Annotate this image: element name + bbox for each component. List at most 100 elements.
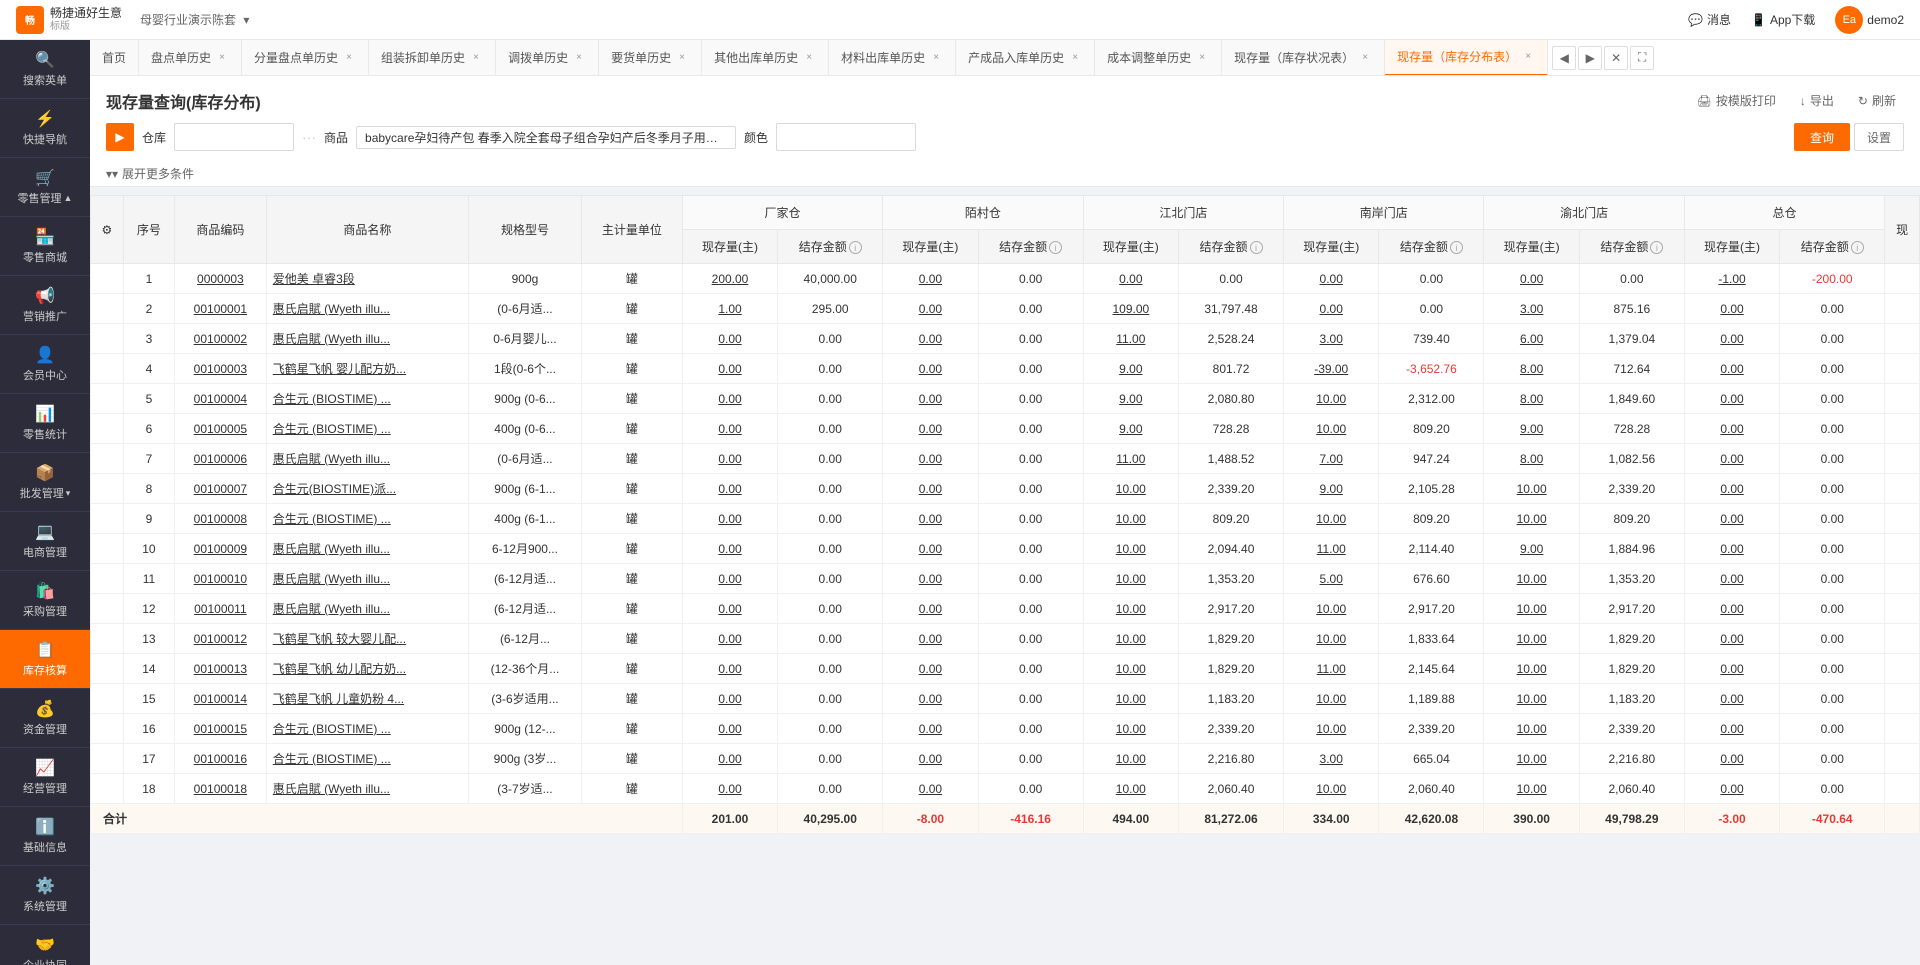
row-nanan-qty[interactable]: 11.00 [1284,654,1379,684]
row-name[interactable]: 飞鹤星飞帆 幼儿配方奶... [266,654,468,684]
row-factory-qty[interactable]: 0.00 [682,324,777,354]
row-factory-qty[interactable]: 0.00 [682,354,777,384]
row-yubei-qty[interactable]: 10.00 [1484,774,1579,804]
row-mucun-qty[interactable]: 0.00 [883,324,978,354]
industry-selector[interactable]: 母婴行业演示陈套 ▾ [140,11,249,28]
sidebar-item-quicknav[interactable]: ⚡ 快捷导航 [0,99,90,158]
row-total-qty[interactable]: 0.00 [1684,384,1779,414]
sidebar-item-basic[interactable]: ℹ️ 基础信息 [0,807,90,866]
tab-cost-adjust-hist[interactable]: 成本调整单历史 × [1095,40,1222,76]
tab-sub-inventory-hist[interactable]: 分量盘点单历史 × [242,40,369,76]
row-yubei-qty[interactable]: 3.00 [1484,294,1579,324]
row-factory-qty[interactable]: 0.00 [682,474,777,504]
row-mucun-qty[interactable]: 0.00 [883,594,978,624]
tab-product-inbound-hist[interactable]: 产成品入库单历史 × [956,40,1095,76]
row-yubei-qty[interactable]: 10.00 [1484,624,1579,654]
print-btn[interactable]: 🖨 按模版打印 [1689,88,1784,113]
row-factory-qty[interactable]: 0.00 [682,624,777,654]
row-yubei-qty[interactable]: 9.00 [1484,534,1579,564]
tab-close-icon[interactable]: × [215,51,229,65]
sidebar-item-retail-mgmt[interactable]: 🛒 零售管理▲ [0,158,90,217]
row-name[interactable]: 惠氏启賦 (Wyeth illu... [266,324,468,354]
row-factory-qty[interactable]: 0.00 [682,714,777,744]
tab-close-icon[interactable]: × [1521,50,1535,64]
row-mucun-qty[interactable]: 0.00 [883,474,978,504]
row-name[interactable]: 合生元 (BIOSTIME) ... [266,414,468,444]
row-yubei-qty[interactable]: 6.00 [1484,324,1579,354]
row-mucun-qty[interactable]: 0.00 [883,624,978,654]
row-jiangbei-qty[interactable]: 10.00 [1083,714,1178,744]
row-total-qty[interactable]: 0.00 [1684,414,1779,444]
row-jiangbei-qty[interactable]: 10.00 [1083,564,1178,594]
sidebar-item-inventory[interactable]: 📋 库存核算 [0,630,90,689]
row-factory-qty[interactable]: 0.00 [682,594,777,624]
row-total-qty[interactable]: 0.00 [1684,534,1779,564]
row-factory-qty[interactable]: 0.00 [682,564,777,594]
row-total-qty[interactable]: 0.00 [1684,444,1779,474]
row-jiangbei-qty[interactable]: 10.00 [1083,504,1178,534]
tab-material-outbound-hist[interactable]: 材料出库单历史 × [829,40,956,76]
row-name[interactable]: 飞鹤星飞帆 较大婴儿配... [266,624,468,654]
user-area[interactable]: Ea demo2 [1835,6,1904,34]
row-yubei-qty[interactable]: 10.00 [1484,744,1579,774]
row-factory-qty[interactable]: 0.00 [682,684,777,714]
row-factory-qty[interactable]: 0.00 [682,774,777,804]
row-yubei-qty[interactable]: 10.00 [1484,594,1579,624]
row-code[interactable]: 00100003 [175,354,267,384]
row-code[interactable]: 00100018 [175,774,267,804]
row-nanan-qty[interactable]: 3.00 [1284,324,1379,354]
row-name[interactable]: 合生元 (BIOSTIME) ... [266,714,468,744]
row-total-qty[interactable]: 0.00 [1684,504,1779,534]
tab-close-icon[interactable]: × [675,51,689,65]
row-yubei-qty[interactable]: 8.00 [1484,354,1579,384]
row-jiangbei-qty[interactable]: 10.00 [1083,744,1178,774]
row-factory-qty[interactable]: 0.00 [682,534,777,564]
row-nanan-qty[interactable]: 10.00 [1284,774,1379,804]
row-total-qty[interactable]: 0.00 [1684,594,1779,624]
tab-close-icon[interactable]: × [342,51,356,65]
row-nanan-qty[interactable]: -39.00 [1284,354,1379,384]
row-code[interactable]: 00100006 [175,444,267,474]
app-download-btn[interactable]: 📱 App下载 [1751,11,1815,28]
sidebar-item-wholesale[interactable]: 📦 批发管理▾ [0,453,90,512]
row-nanan-qty[interactable]: 5.00 [1284,564,1379,594]
row-total-qty[interactable]: 0.00 [1684,684,1779,714]
row-code[interactable]: 00100011 [175,594,267,624]
row-nanan-qty[interactable]: 10.00 [1284,594,1379,624]
row-code[interactable]: 00100004 [175,384,267,414]
row-total-qty[interactable]: 0.00 [1684,354,1779,384]
row-jiangbei-qty[interactable]: 10.00 [1083,624,1178,654]
tab-close-icon[interactable]: × [929,51,943,65]
tab-close-icon[interactable]: × [802,51,816,65]
tab-home[interactable]: 首页 [90,40,139,76]
row-factory-qty[interactable]: 0.00 [682,384,777,414]
sidebar-item-marketing[interactable]: 📢 营销推广 [0,276,90,335]
warehouse-input[interactable] [174,123,294,151]
row-total-qty[interactable]: 0.00 [1684,564,1779,594]
tab-close-icon[interactable]: × [572,51,586,65]
row-yubei-qty[interactable]: 10.00 [1484,654,1579,684]
row-name[interactable]: 飞鹤星飞帆 儿童奶粉 4... [266,684,468,714]
row-yubei-qty[interactable]: 0.00 [1484,264,1579,294]
row-mucun-qty[interactable]: 0.00 [883,504,978,534]
row-name[interactable]: 惠氏启賦 (Wyeth illu... [266,534,468,564]
tab-close-icon[interactable]: × [1195,51,1209,65]
row-total-qty[interactable]: 0.00 [1684,474,1779,504]
sidebar-item-retail-shop[interactable]: 🏪 零售商城 [0,217,90,276]
row-mucun-qty[interactable]: 0.00 [883,654,978,684]
row-name[interactable]: 惠氏启賦 (Wyeth illu... [266,564,468,594]
sidebar-item-system[interactable]: ⚙️ 系统管理 [0,866,90,925]
row-nanan-qty[interactable]: 7.00 [1284,444,1379,474]
row-code[interactable]: 00100001 [175,294,267,324]
row-factory-qty[interactable]: 0.00 [682,504,777,534]
row-name[interactable]: 惠氏启賦 (Wyeth illu... [266,774,468,804]
row-code[interactable]: 00100012 [175,624,267,654]
row-code[interactable]: 00100010 [175,564,267,594]
row-nanan-qty[interactable]: 11.00 [1284,534,1379,564]
export-btn[interactable]: ↓ 导出 [1792,88,1842,113]
row-yubei-qty[interactable]: 10.00 [1484,564,1579,594]
row-nanan-qty[interactable]: 10.00 [1284,714,1379,744]
sidebar-item-purchase[interactable]: 🛍️ 采购管理 [0,571,90,630]
row-mucun-qty[interactable]: 0.00 [883,264,978,294]
row-code[interactable]: 00100007 [175,474,267,504]
